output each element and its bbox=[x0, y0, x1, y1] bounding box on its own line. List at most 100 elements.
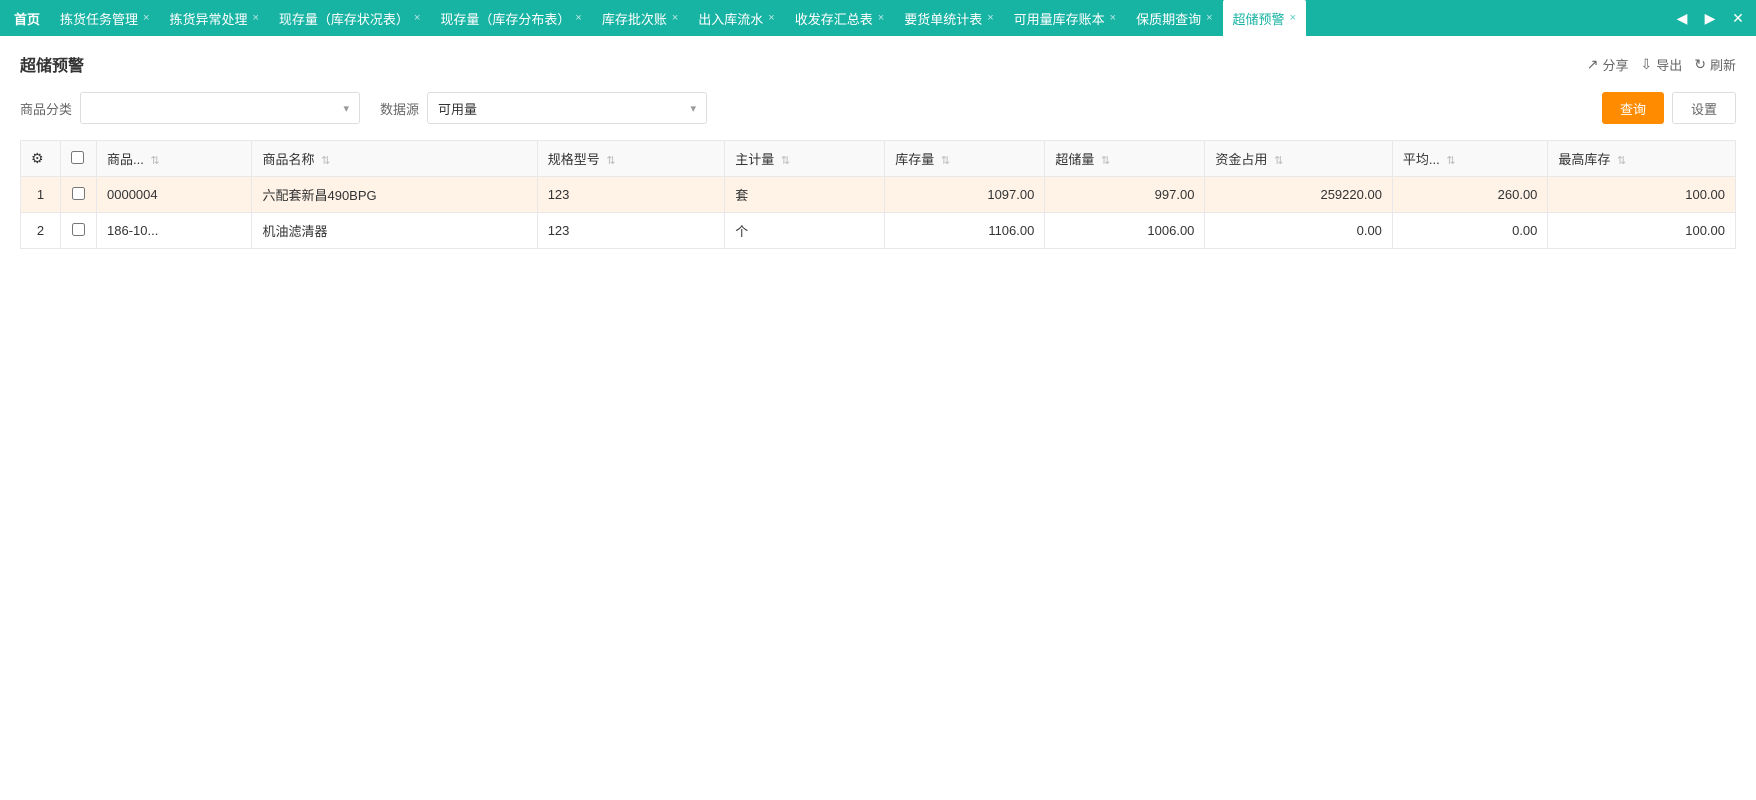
export-button[interactable]: ⇩ 导出 bbox=[1641, 55, 1683, 74]
page-title: 超储预警 bbox=[20, 52, 84, 76]
close-tab-5[interactable]: × bbox=[768, 12, 774, 24]
share-button[interactable]: ↗ 分享 bbox=[1587, 55, 1629, 74]
close-tab-1[interactable]: × bbox=[252, 12, 258, 24]
nav-tab-7[interactable]: 要货单统计表 × bbox=[894, 0, 1003, 36]
datasource-select[interactable]: 可用量 ▾ bbox=[427, 92, 707, 124]
select-all-checkbox[interactable] bbox=[71, 151, 84, 164]
table-row: 2 186-10... 机油滤清器 123 个 1106.00 1006.00 … bbox=[21, 213, 1736, 249]
close-tab-7[interactable]: × bbox=[987, 12, 993, 24]
column-over-stock-label: 超储量 bbox=[1055, 152, 1094, 167]
sort-capital-icon[interactable]: ⇅ bbox=[1274, 154, 1283, 167]
nav-tab-4[interactable]: 库存批次账 × bbox=[592, 0, 688, 36]
export-icon: ⇩ bbox=[1641, 56, 1653, 73]
column-avg-label: 平均... bbox=[1403, 152, 1440, 167]
cell-product-name: 机油滤清器 bbox=[252, 213, 537, 249]
row-number: 1 bbox=[21, 177, 61, 213]
column-over-stock[interactable]: 超储量 ⇅ bbox=[1045, 141, 1205, 177]
row-number: 2 bbox=[21, 213, 61, 249]
column-product-code-label: 商品... bbox=[107, 152, 144, 167]
cell-stock: 1097.00 bbox=[885, 177, 1045, 213]
close-tab-0[interactable]: × bbox=[143, 12, 149, 24]
cell-over-stock: 1006.00 bbox=[1045, 213, 1205, 249]
cell-unit: 个 bbox=[725, 213, 885, 249]
nav-tab-1[interactable]: 拣货异常处理 × bbox=[159, 0, 268, 36]
filter-actions: 查询 设置 bbox=[1602, 92, 1736, 124]
column-product-name-label: 商品名称 bbox=[262, 152, 314, 167]
nav-prev-button[interactable]: ◀ bbox=[1668, 0, 1696, 36]
close-tab-9[interactable]: × bbox=[1206, 12, 1212, 24]
table-row: 1 0000004 六配套新昌490BPG 123 套 1097.00 997.… bbox=[21, 177, 1736, 213]
refresh-icon: ↻ bbox=[1694, 56, 1706, 73]
page-header: 超储预警 ↗ 分享 ⇩ 导出 ↻ 刷新 bbox=[20, 52, 1736, 76]
category-select[interactable]: ▾ bbox=[80, 92, 360, 124]
nav-tab-3[interactable]: 现存量（库存分布表） × bbox=[430, 0, 591, 36]
category-label: 商品分类 bbox=[20, 99, 72, 118]
sort-avg-icon[interactable]: ⇅ bbox=[1446, 154, 1455, 167]
datasource-label: 数据源 bbox=[380, 99, 419, 118]
cell-spec: 123 bbox=[537, 177, 725, 213]
cell-over-stock: 997.00 bbox=[1045, 177, 1205, 213]
column-spec[interactable]: 规格型号 ⇅ bbox=[537, 141, 725, 177]
close-tab-2[interactable]: × bbox=[414, 12, 420, 24]
sort-over-stock-icon[interactable]: ⇅ bbox=[1101, 154, 1110, 167]
share-icon: ↗ bbox=[1587, 56, 1599, 73]
column-product-name[interactable]: 商品名称 ⇅ bbox=[252, 141, 537, 177]
sort-product-code-icon[interactable]: ⇅ bbox=[150, 154, 159, 167]
cell-product-code: 186-10... bbox=[97, 213, 252, 249]
close-tab-10[interactable]: × bbox=[1290, 12, 1296, 24]
nav-tab-2[interactable]: 现存量（库存状况表） × bbox=[269, 0, 430, 36]
cell-product-name: 六配套新昌490BPG bbox=[252, 177, 537, 213]
cell-stock: 1106.00 bbox=[885, 213, 1045, 249]
gear-icon[interactable]: ⚙ bbox=[31, 150, 44, 166]
filter-row: 商品分类 ▾ 数据源 可用量 ▾ 查询 设置 bbox=[20, 92, 1736, 124]
data-table: ⚙ 商品... ⇅ 商品名称 ⇅ 规格型号 ⇅ 主计量 bbox=[20, 140, 1736, 249]
refresh-button[interactable]: ↻ 刷新 bbox=[1694, 55, 1736, 74]
sort-spec-icon[interactable]: ⇅ bbox=[606, 154, 615, 167]
query-button[interactable]: 查询 bbox=[1602, 92, 1664, 124]
column-max-stock[interactable]: 最高库存 ⇅ bbox=[1548, 141, 1736, 177]
row-checkbox[interactable] bbox=[72, 187, 85, 200]
cell-avg: 260.00 bbox=[1392, 177, 1547, 213]
nav-tab-6[interactable]: 收发存汇总表 × bbox=[785, 0, 894, 36]
column-checkbox bbox=[61, 141, 97, 177]
setting-button[interactable]: 设置 bbox=[1672, 92, 1736, 124]
close-tab-6[interactable]: × bbox=[878, 12, 884, 24]
cell-capital: 0.00 bbox=[1205, 213, 1393, 249]
datasource-chevron-icon: ▾ bbox=[691, 102, 697, 115]
row-checkbox[interactable] bbox=[72, 223, 85, 236]
main-content: 超储预警 ↗ 分享 ⇩ 导出 ↻ 刷新 商品分类 ▾ 数据源 bbox=[0, 36, 1756, 800]
column-unit-label: 主计量 bbox=[735, 152, 774, 167]
nav-tab-5[interactable]: 出入库流水 × bbox=[688, 0, 784, 36]
sort-stock-icon[interactable]: ⇅ bbox=[941, 154, 950, 167]
cell-max-stock: 100.00 bbox=[1548, 177, 1736, 213]
nav-tab-0[interactable]: 拣货任务管理 × bbox=[50, 0, 159, 36]
nav-tab-8[interactable]: 可用量库存账本 × bbox=[1004, 0, 1126, 36]
sort-product-name-icon[interactable]: ⇅ bbox=[321, 154, 330, 167]
nav-tab-10[interactable]: 超储预警 × bbox=[1223, 0, 1306, 36]
column-product-code[interactable]: 商品... ⇅ bbox=[97, 141, 252, 177]
close-tab-3[interactable]: × bbox=[575, 12, 581, 24]
nav-tab-9[interactable]: 保质期查询 × bbox=[1126, 0, 1222, 36]
column-stock[interactable]: 库存量 ⇅ bbox=[885, 141, 1045, 177]
cell-product-code: 0000004 bbox=[97, 177, 252, 213]
column-unit[interactable]: 主计量 ⇅ bbox=[725, 141, 885, 177]
row-checkbox-cell bbox=[61, 177, 97, 213]
column-stock-label: 库存量 bbox=[895, 152, 934, 167]
datasource-select-value: 可用量 bbox=[438, 99, 477, 118]
column-capital[interactable]: 资金占用 ⇅ bbox=[1205, 141, 1393, 177]
page-actions: ↗ 分享 ⇩ 导出 ↻ 刷新 bbox=[1587, 55, 1736, 74]
row-checkbox-cell bbox=[61, 213, 97, 249]
column-avg[interactable]: 平均... ⇅ bbox=[1392, 141, 1547, 177]
nav-home[interactable]: 首页 bbox=[4, 0, 50, 36]
sort-unit-icon[interactable]: ⇅ bbox=[781, 154, 790, 167]
column-spec-label: 规格型号 bbox=[548, 152, 600, 167]
sort-max-stock-icon[interactable]: ⇅ bbox=[1617, 154, 1626, 167]
cell-capital: 259220.00 bbox=[1205, 177, 1393, 213]
datasource-filter-group: 数据源 可用量 ▾ bbox=[380, 92, 707, 124]
nav-close-button[interactable]: ✕ bbox=[1724, 0, 1752, 36]
category-filter-group: 商品分类 ▾ bbox=[20, 92, 360, 124]
column-settings[interactable]: ⚙ bbox=[21, 141, 61, 177]
close-tab-8[interactable]: × bbox=[1110, 12, 1116, 24]
nav-next-button[interactable]: ▶ bbox=[1696, 0, 1724, 36]
close-tab-4[interactable]: × bbox=[672, 12, 678, 24]
